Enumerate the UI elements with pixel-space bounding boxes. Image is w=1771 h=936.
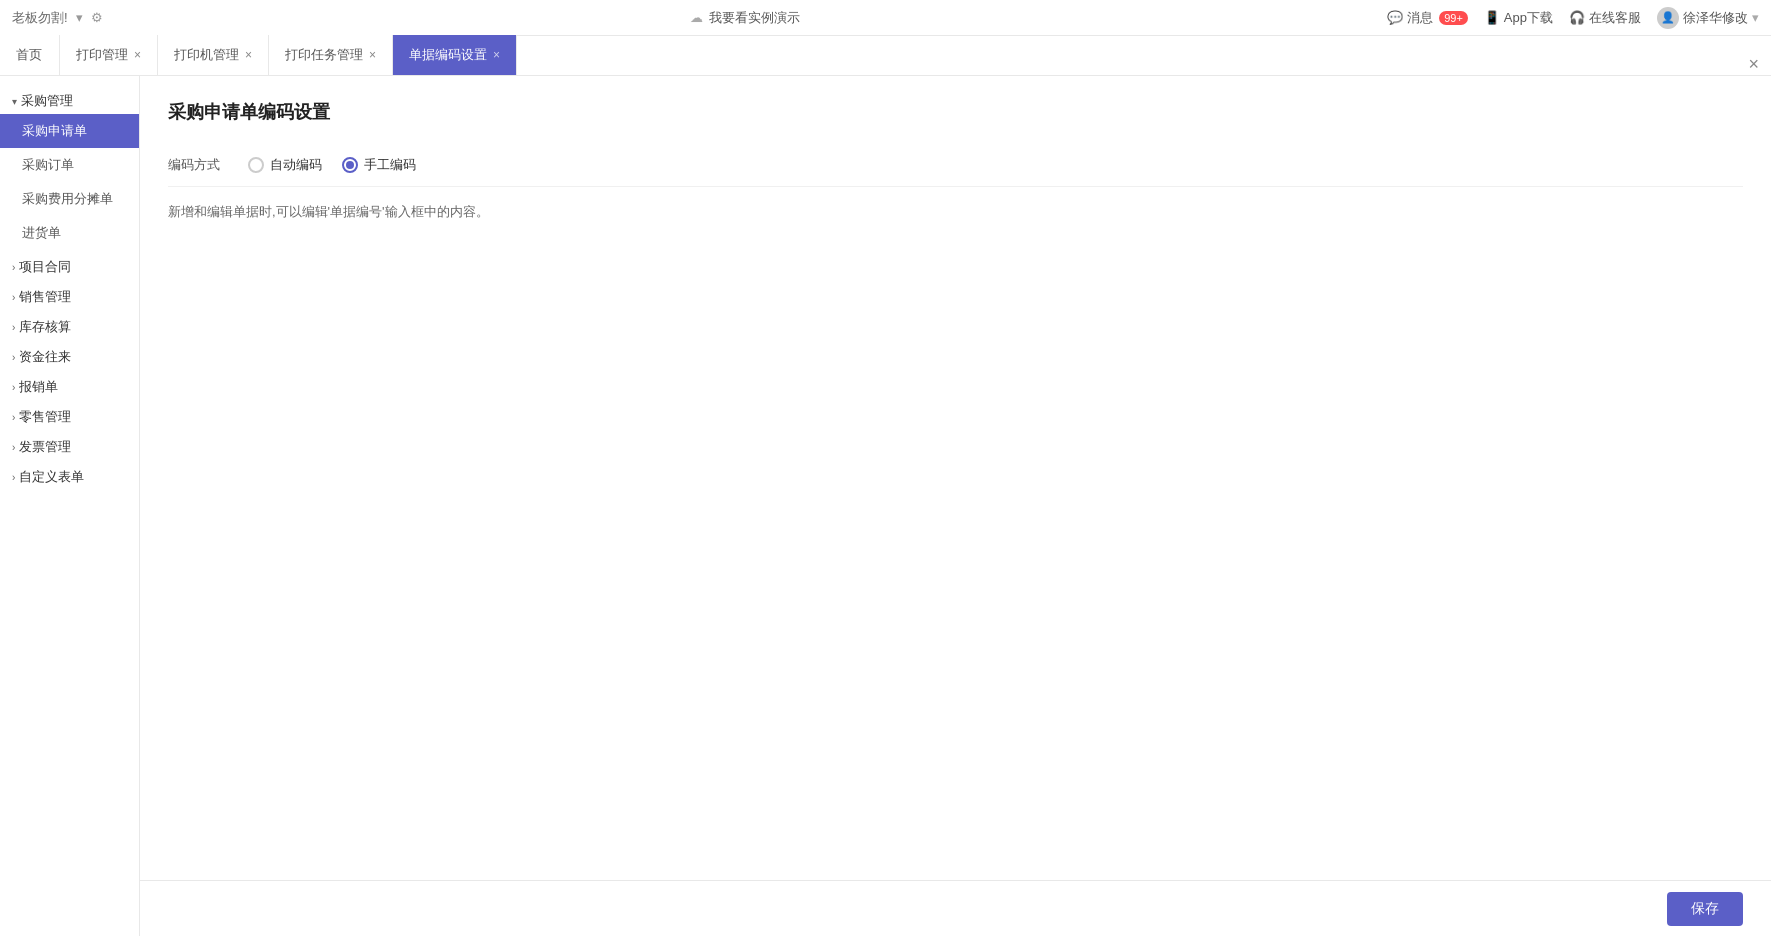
top-bar-center: ☁ 我要看实例演示 [690, 9, 800, 27]
sidebar-item-stock-in[interactable]: 进货单 [0, 216, 139, 250]
chevron-down-icon: ▾ [12, 96, 17, 107]
content-area: 采购申请单编码设置 编码方式 自动编码 手工编码 [140, 76, 1771, 936]
encoding-row: 编码方式 自动编码 手工编码 [168, 144, 1743, 187]
close-page-icon: × [1748, 54, 1759, 75]
user-info[interactable]: 👤 徐泽华修改 ▾ [1657, 7, 1759, 29]
tab-single-code[interactable]: 单据编码设置 × [393, 35, 517, 75]
sidebar-group-purchase[interactable]: ▾ 采购管理 [0, 84, 139, 114]
message-label: 消息 [1407, 9, 1433, 27]
radio-manual[interactable]: 手工编码 [342, 156, 416, 174]
hint-text: 新增和编辑单据时,可以编辑'单据编号'输入框中的内容。 [168, 203, 1743, 221]
tab-bar: 首页 打印管理 × 打印机管理 × 打印任务管理 × 单据编码设置 × × [0, 36, 1771, 76]
demo-link[interactable]: 我要看实例演示 [709, 9, 800, 27]
chevron-right-icon: › [12, 442, 15, 453]
message-icon: 💬 [1387, 10, 1403, 25]
message-badge: 99+ [1439, 11, 1468, 25]
radio-auto-label: 自动编码 [270, 156, 322, 174]
sidebar: ▾ 采购管理 采购申请单 采购订单 采购费用分摊单 进货单 › 项目合同 › 销… [0, 76, 140, 936]
main-layout: ▾ 采购管理 采购申请单 采购订单 采购费用分摊单 进货单 › 项目合同 › 销… [0, 76, 1771, 936]
top-bar-left: 老板勿割! ▾ ⚙ [12, 9, 103, 27]
brand-text: 老板勿割! [12, 9, 68, 27]
radio-group: 自动编码 手工编码 [248, 156, 416, 174]
tab-printer-mgmt-close[interactable]: × [245, 48, 252, 62]
tab-print-mgmt[interactable]: 打印管理 × [60, 35, 158, 75]
app-download-btn[interactable]: 📱 App下载 [1484, 9, 1553, 27]
radio-manual-label: 手工编码 [364, 156, 416, 174]
chevron-right-icon: › [12, 472, 15, 483]
sidebar-group-project[interactable]: › 项目合同 [0, 250, 139, 280]
app-download-label: App下载 [1504, 9, 1553, 27]
sidebar-group-invoice-label: 发票管理 [19, 438, 71, 456]
online-service-btn[interactable]: 🎧 在线客服 [1569, 9, 1641, 27]
sidebar-group-finance[interactable]: › 资金往来 [0, 340, 139, 370]
sidebar-group-expense-label: 报销单 [19, 378, 58, 396]
close-page-button[interactable]: × [1736, 54, 1771, 75]
tab-print-mgmt-label: 打印管理 [76, 46, 128, 64]
tab-printer-mgmt[interactable]: 打印机管理 × [158, 35, 269, 75]
encoding-section: 编码方式 自动编码 手工编码 新增和编辑单据时,可以编辑'单据编号'输入框中的内… [168, 144, 1743, 221]
online-service-label: 在线客服 [1589, 9, 1641, 27]
chevron-right-icon: › [12, 382, 15, 393]
chevron-down-icon[interactable]: ▾ [76, 10, 83, 25]
content-footer: 保存 [140, 880, 1771, 936]
cloud-icon: ☁ [690, 10, 703, 25]
headset-icon: 🎧 [1569, 10, 1585, 25]
avatar: 👤 [1657, 7, 1679, 29]
chevron-right-icon: › [12, 262, 15, 273]
sidebar-group-custom-form-label: 自定义表单 [19, 468, 84, 486]
sidebar-group-inventory-label: 库存核算 [19, 318, 71, 336]
sidebar-group-custom-form[interactable]: › 自定义表单 [0, 460, 139, 490]
sidebar-group-project-label: 项目合同 [19, 258, 71, 276]
sidebar-group-invoice[interactable]: › 发票管理 [0, 430, 139, 460]
chevron-right-icon: › [12, 292, 15, 303]
sidebar-group-sales[interactable]: › 销售管理 [0, 280, 139, 310]
sidebar-group-purchase-label: 采购管理 [21, 92, 73, 110]
tab-print-task-mgmt-label: 打印任务管理 [285, 46, 363, 64]
user-name: 徐泽华修改 [1683, 9, 1748, 27]
gear-icon[interactable]: ⚙ [91, 10, 103, 25]
sidebar-group-inventory[interactable]: › 库存核算 [0, 310, 139, 340]
sidebar-group-retail-label: 零售管理 [19, 408, 71, 426]
page-title: 采购申请单编码设置 [168, 100, 1743, 124]
sidebar-item-purchase-order[interactable]: 采购订单 [0, 148, 139, 182]
tab-print-task-mgmt[interactable]: 打印任务管理 × [269, 35, 393, 75]
top-bar: 老板勿割! ▾ ⚙ ☁ 我要看实例演示 💬 消息 99+ 📱 App下载 🎧 在… [0, 0, 1771, 36]
content-main: 采购申请单编码设置 编码方式 自动编码 手工编码 [140, 76, 1771, 880]
tab-home[interactable]: 首页 [0, 35, 60, 75]
sidebar-group-finance-label: 资金往来 [19, 348, 71, 366]
mobile-icon: 📱 [1484, 10, 1500, 25]
tab-home-label: 首页 [16, 46, 42, 64]
sidebar-group-expense[interactable]: › 报销单 [0, 370, 139, 400]
chevron-right-icon: › [12, 412, 15, 423]
chevron-right-icon: › [12, 352, 15, 363]
message-btn[interactable]: 💬 消息 99+ [1387, 9, 1468, 27]
sidebar-group-retail[interactable]: › 零售管理 [0, 400, 139, 430]
tab-single-code-label: 单据编码设置 [409, 46, 487, 64]
encoding-label: 编码方式 [168, 156, 228, 174]
radio-auto-circle [248, 157, 264, 173]
tab-print-mgmt-close[interactable]: × [134, 48, 141, 62]
tab-single-code-close[interactable]: × [493, 48, 500, 62]
save-button[interactable]: 保存 [1667, 892, 1743, 926]
tab-print-task-mgmt-close[interactable]: × [369, 48, 376, 62]
radio-auto[interactable]: 自动编码 [248, 156, 322, 174]
tab-printer-mgmt-label: 打印机管理 [174, 46, 239, 64]
sidebar-group-sales-label: 销售管理 [19, 288, 71, 306]
user-dropdown-icon: ▾ [1752, 10, 1759, 25]
chevron-right-icon: › [12, 322, 15, 333]
top-bar-right: 💬 消息 99+ 📱 App下载 🎧 在线客服 👤 徐泽华修改 ▾ [1387, 7, 1759, 29]
radio-manual-circle [342, 157, 358, 173]
sidebar-item-purchase-request[interactable]: 采购申请单 [0, 114, 139, 148]
sidebar-item-purchase-expense[interactable]: 采购费用分摊单 [0, 182, 139, 216]
